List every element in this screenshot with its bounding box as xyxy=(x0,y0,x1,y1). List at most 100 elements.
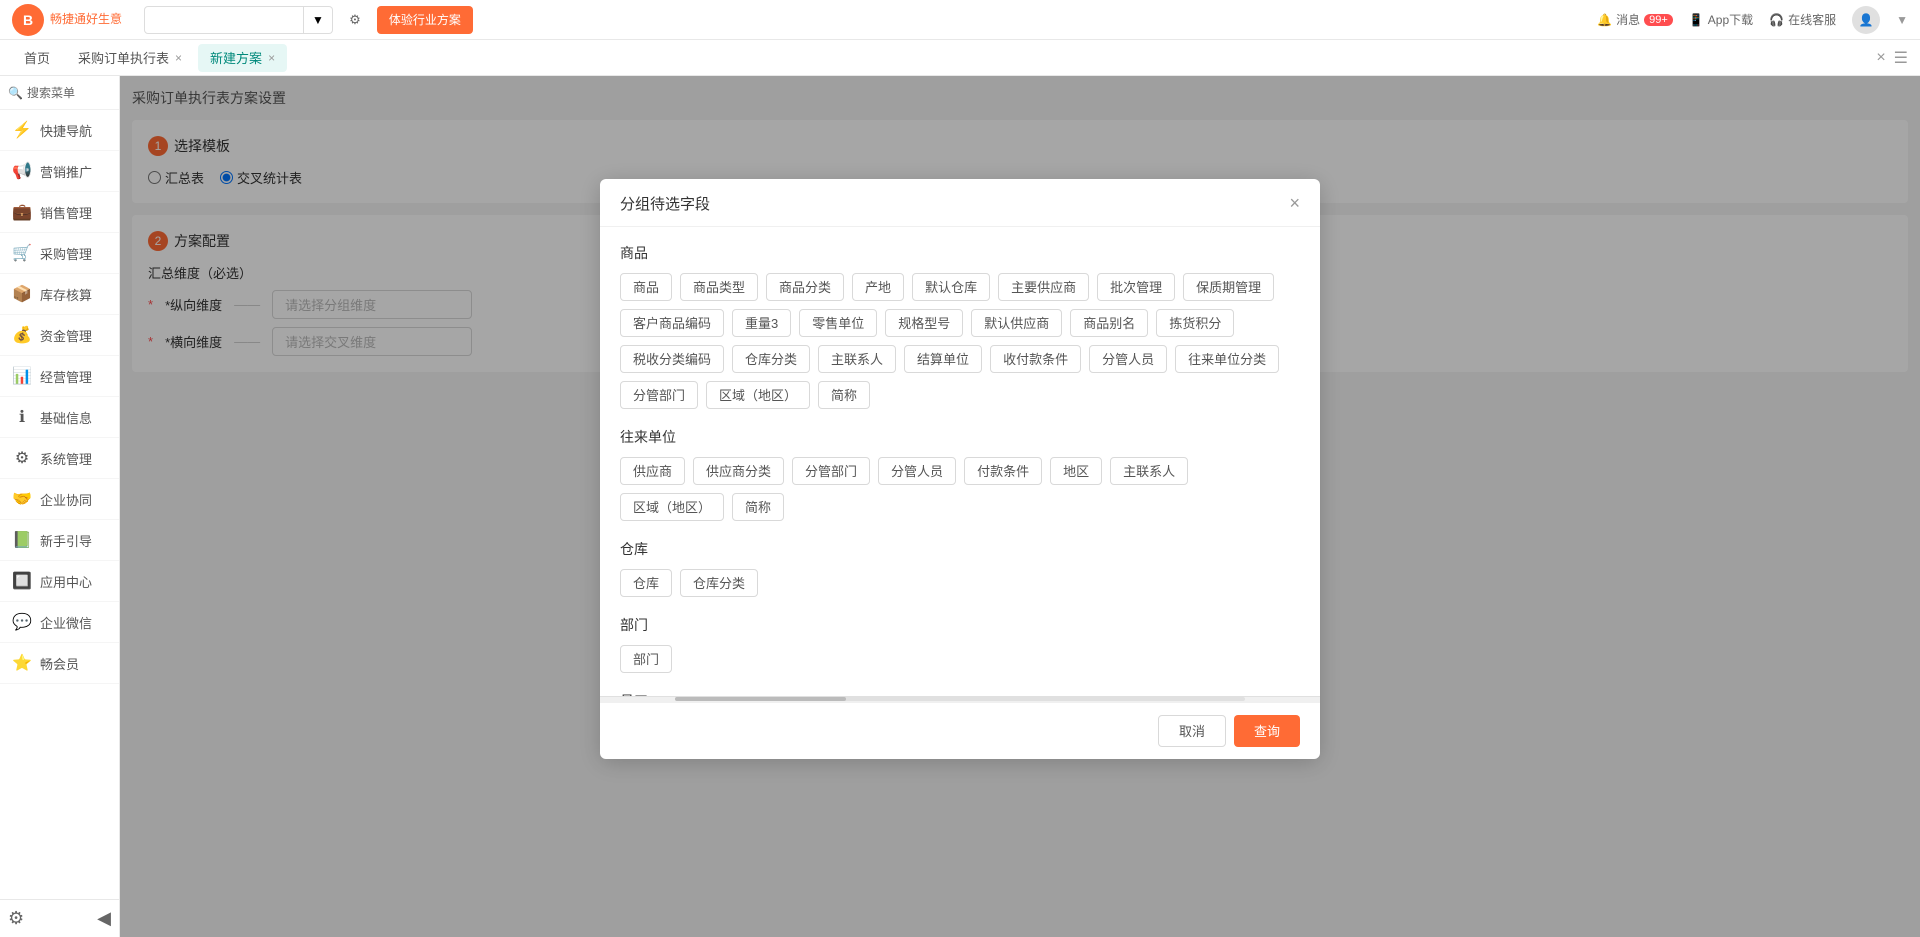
modal-body: 商品 商品 商品类型 商品分类 产地 默认仓库 主要供应商 批次管理 保质期管理… xyxy=(600,227,1320,696)
field-tag-batch-mgmt[interactable]: 批次管理 xyxy=(1097,273,1175,301)
section-department: 部门 部门 xyxy=(620,615,1300,673)
field-tag-short-name[interactable]: 简称 xyxy=(818,381,870,409)
field-tag-tax-code[interactable]: 税收分类编码 xyxy=(620,345,724,373)
modal-horizontal-scrollbar[interactable] xyxy=(600,696,1320,702)
section-department-title: 部门 xyxy=(620,615,1300,635)
tab-new-plan[interactable]: 新建方案 × xyxy=(198,44,287,72)
field-tag-area[interactable]: 地区 xyxy=(1050,457,1102,485)
field-tag-dept2[interactable]: 分管部门 xyxy=(792,457,870,485)
sidebar-item-app-center[interactable]: 🔲 应用中心 xyxy=(0,561,119,602)
field-tag-warehouse-category[interactable]: 仓库分类 xyxy=(732,345,810,373)
sidebar-item-sales[interactable]: 💼 销售管理 xyxy=(0,192,119,233)
modal-cancel-button[interactable]: 取消 xyxy=(1158,715,1226,747)
notification-icon: 🔔 xyxy=(1597,13,1612,27)
sidebar-item-cooperation[interactable]: 🤝 企业协同 xyxy=(0,479,119,520)
logo-area: B 畅捷通好生意 xyxy=(12,4,132,36)
inventory-icon: 📦 xyxy=(12,284,32,304)
sidebar-item-guide[interactable]: 📗 新手引导 xyxy=(0,520,119,561)
field-tag-spec-model[interactable]: 规格型号 xyxy=(885,309,963,337)
sidebar: 🔍 搜索菜单 ⚡ 快捷导航 📢 营销推广 💼 销售管理 🛒 采购管理 📦 库存核… xyxy=(0,76,120,937)
operations-icon: 📊 xyxy=(12,366,32,386)
app-download-item[interactable]: 📱 App下载 xyxy=(1689,11,1753,28)
field-tag-department[interactable]: 部门 xyxy=(620,645,672,673)
field-tag-supplier[interactable]: 供应商 xyxy=(620,457,685,485)
modal-confirm-button[interactable]: 查询 xyxy=(1234,715,1300,747)
field-tag-shelf-life[interactable]: 保质期管理 xyxy=(1183,273,1274,301)
field-tag-product[interactable]: 商品 xyxy=(620,273,672,301)
tab-bar: 首页 采购订单执行表 × 新建方案 × × ☰ xyxy=(0,40,1920,76)
field-tag-product-alias[interactable]: 商品别名 xyxy=(1070,309,1148,337)
sales-icon: 💼 xyxy=(12,202,32,222)
field-tag-region[interactable]: 区域（地区） xyxy=(706,381,810,409)
app-icon: 📱 xyxy=(1689,13,1704,27)
sidebar-settings-button[interactable]: ⚙ xyxy=(8,908,24,929)
top-header: B 畅捷通好生意 ▼ ⚙ 体验行业方案 🔔 消息 99+ 📱 App下载 🎧 在… xyxy=(0,0,1920,40)
field-tag-default-warehouse[interactable]: 默认仓库 xyxy=(912,273,990,301)
field-tag-product-category[interactable]: 商品分类 xyxy=(766,273,844,301)
field-tag-region2[interactable]: 区域（地区） xyxy=(620,493,724,521)
trial-button[interactable]: 体验行业方案 xyxy=(377,6,473,34)
modal-header: 分组待选字段 × xyxy=(600,179,1320,227)
tab-purchase-order-close[interactable]: × xyxy=(175,51,182,65)
sidebar-item-basic-info[interactable]: ℹ 基础信息 xyxy=(0,397,119,438)
field-tag-warehouse[interactable]: 仓库 xyxy=(620,569,672,597)
field-tag-product-type[interactable]: 商品类型 xyxy=(680,273,758,301)
field-tag-settlement-unit[interactable]: 结算单位 xyxy=(904,345,982,373)
online-service-item[interactable]: 🎧 在线客服 xyxy=(1769,11,1836,28)
basic-info-icon: ℹ xyxy=(12,407,32,427)
avatar[interactable]: 👤 xyxy=(1852,6,1880,34)
sidebar-collapse-button[interactable]: ◀ xyxy=(97,908,111,929)
field-tag-dept[interactable]: 分管部门 xyxy=(620,381,698,409)
notification-item[interactable]: 🔔 消息 99+ xyxy=(1597,11,1673,28)
field-tag-supplier-category[interactable]: 供应商分类 xyxy=(693,457,784,485)
field-tag-main-contact[interactable]: 主联系人 xyxy=(818,345,896,373)
field-tag-main-contact2[interactable]: 主联系人 xyxy=(1110,457,1188,485)
field-select-modal: 分组待选字段 × 商品 商品 商品类型 商品分类 产地 默认仓库 主要供应商 批… xyxy=(600,179,1320,759)
section-warehouse-title: 仓库 xyxy=(620,539,1300,559)
field-tag-supervisor2[interactable]: 分管人员 xyxy=(878,457,956,485)
section-product: 商品 商品 商品类型 商品分类 产地 默认仓库 主要供应商 批次管理 保质期管理… xyxy=(620,243,1300,409)
field-tag-default-supplier[interactable]: 默认供应商 xyxy=(971,309,1062,337)
field-tag-short-name2[interactable]: 简称 xyxy=(732,493,784,521)
field-tag-main-supplier[interactable]: 主要供应商 xyxy=(998,273,1089,301)
tab-menu-icon[interactable]: ☰ xyxy=(1894,48,1908,68)
section-department-tags: 部门 xyxy=(620,645,1300,673)
service-icon: 🎧 xyxy=(1769,13,1784,27)
field-tag-customer-code[interactable]: 客户商品编码 xyxy=(620,309,724,337)
field-tag-supervisor[interactable]: 分管人员 xyxy=(1089,345,1167,373)
logo-text: 畅捷通好生意 xyxy=(50,12,122,26)
sidebar-item-operations[interactable]: 📊 经营管理 xyxy=(0,356,119,397)
tab-purchase-order[interactable]: 采购订单执行表 × xyxy=(66,44,194,72)
section-product-title: 商品 xyxy=(620,243,1300,263)
modal-close-button[interactable]: × xyxy=(1289,194,1300,212)
header-search: ▼ xyxy=(144,6,333,34)
field-tag-payment-terms2[interactable]: 付款条件 xyxy=(964,457,1042,485)
field-tag-partner-category[interactable]: 往来单位分类 xyxy=(1175,345,1279,373)
field-tag-warehouse-cat[interactable]: 仓库分类 xyxy=(680,569,758,597)
app-center-icon: 🔲 xyxy=(12,571,32,591)
sidebar-item-marketing[interactable]: 📢 营销推广 xyxy=(0,151,119,192)
tab-home[interactable]: 首页 xyxy=(12,44,62,72)
member-icon: ⭐ xyxy=(12,653,32,673)
sidebar-item-finance[interactable]: 💰 资金管理 xyxy=(0,315,119,356)
sidebar-item-inventory[interactable]: 📦 库存核算 xyxy=(0,274,119,315)
sidebar-item-member[interactable]: ⭐ 畅会员 xyxy=(0,643,119,684)
header-right: 🔔 消息 99+ 📱 App下载 🎧 在线客服 👤 ▼ xyxy=(1597,6,1908,34)
field-tag-payment-terms[interactable]: 收付款条件 xyxy=(990,345,1081,373)
field-tag-origin[interactable]: 产地 xyxy=(852,273,904,301)
sidebar-item-wechat[interactable]: 💬 企业微信 xyxy=(0,602,119,643)
sidebar-item-quick-nav[interactable]: ⚡ 快捷导航 xyxy=(0,110,119,151)
guide-icon: 📗 xyxy=(12,530,32,550)
sidebar-search[interactable]: 🔍 搜索菜单 xyxy=(0,76,119,110)
gear-icon[interactable]: ⚙ xyxy=(341,6,369,34)
field-tag-pick-score[interactable]: 拣货积分 xyxy=(1156,309,1234,337)
search-button[interactable]: ▼ xyxy=(304,6,333,34)
sidebar-item-system[interactable]: ⚙ 系统管理 xyxy=(0,438,119,479)
tab-new-plan-close[interactable]: × xyxy=(268,51,275,65)
field-tag-weight[interactable]: 重量3 xyxy=(732,309,791,337)
search-input[interactable] xyxy=(144,6,304,34)
sidebar-item-purchase[interactable]: 🛒 采购管理 xyxy=(0,233,119,274)
field-tag-retail-unit[interactable]: 零售单位 xyxy=(799,309,877,337)
tab-close-all[interactable]: × xyxy=(1876,49,1885,67)
user-expand-icon[interactable]: ▼ xyxy=(1896,13,1908,27)
